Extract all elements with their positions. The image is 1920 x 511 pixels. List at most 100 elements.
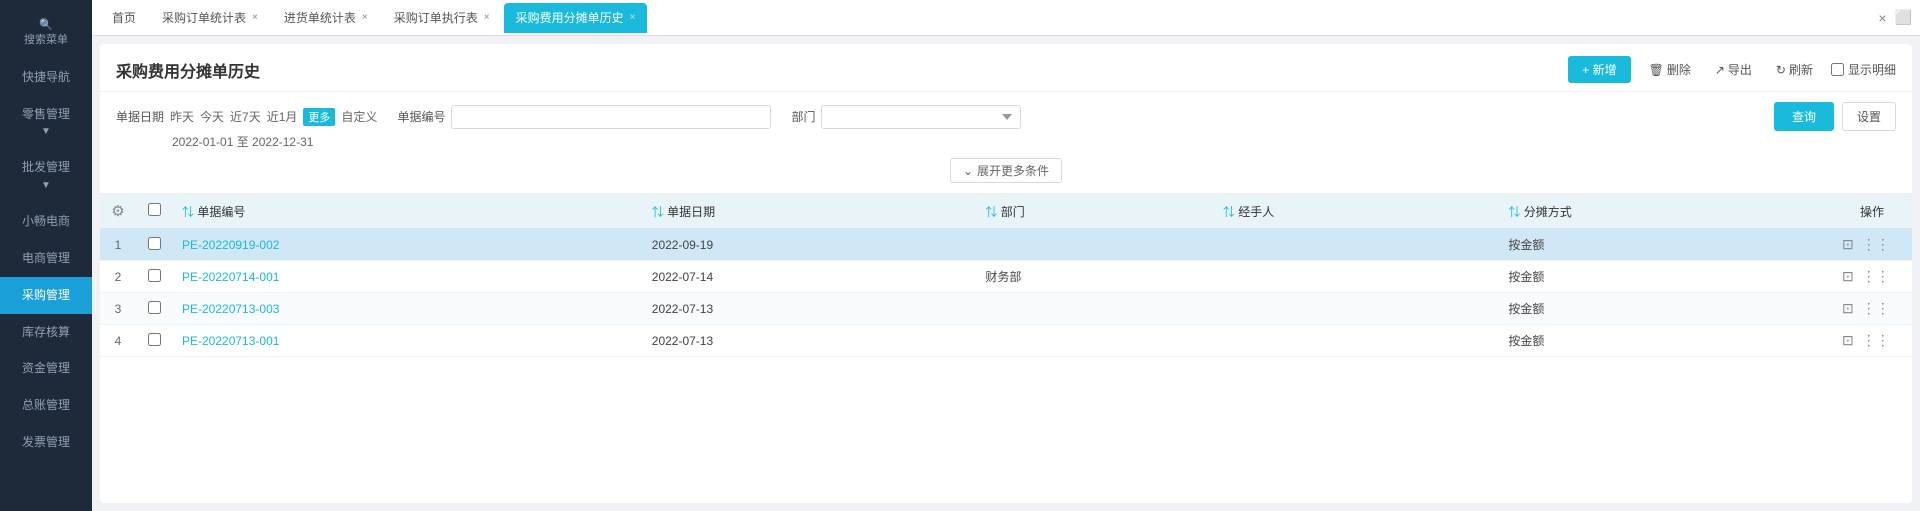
export-button[interactable]: ↗ 导出 — [1709, 58, 1758, 81]
tab-label: 进货单统计表 — [284, 9, 356, 26]
sidebar-item-ecommerce[interactable]: 电商管理 — [0, 240, 92, 277]
sidebar-item-invoice[interactable]: 发票管理 — [0, 424, 92, 461]
sidebar-item-quick-nav[interactable]: 快捷导航 — [0, 59, 92, 96]
col-header-split-method: ⇅ 分摊方式 — [1498, 194, 1832, 229]
search-icon: 🔍 — [4, 18, 88, 33]
tab-home[interactable]: 首页 — [100, 3, 148, 33]
row-checkbox[interactable] — [148, 301, 161, 314]
doc-num-link[interactable]: PE-20220919-002 — [182, 238, 279, 252]
sidebar-item-label: 小畅电商 — [4, 213, 88, 230]
tab-purchase-order-exec[interactable]: 采购订单执行表 × — [382, 3, 502, 33]
tab-bar: 首页 采购订单统计表 × 进货单统计表 × 采购订单执行表 × 采购费用分摊单历… — [92, 0, 1920, 36]
maximize-window-icon[interactable]: ⬜ — [1895, 9, 1912, 26]
more-actions-icon[interactable]: ⋮⋮ — [1862, 268, 1890, 285]
split-method-cell: 按金额 — [1498, 261, 1832, 293]
shortcut-1month[interactable]: 近1月 — [267, 108, 298, 125]
doc-num-link[interactable]: PE-20220713-003 — [182, 302, 279, 316]
tab-close-icon[interactable]: × — [362, 12, 368, 23]
dept-select[interactable] — [821, 105, 1021, 129]
date-range-display: 2022-01-01 至 2022-12-31 — [172, 135, 313, 149]
date-filter-label: 单据日期 — [116, 108, 164, 125]
tab-close-icon[interactable]: × — [252, 12, 258, 23]
expand-button[interactable]: ⌄ 展开更多条件 — [950, 158, 1062, 183]
filter-area: 单据日期 昨天 今天 近7天 近1月 更多 自定义 单据编号 — [100, 92, 1912, 194]
tab-close-icon[interactable]: × — [484, 12, 490, 23]
sidebar-item-label: 快捷导航 — [4, 69, 88, 86]
add-button[interactable]: + 新增 — [1568, 56, 1630, 83]
shortcut-today[interactable]: 今天 — [200, 108, 224, 125]
action-icons: ⊡ ⋮⋮ — [1842, 268, 1902, 285]
view-icon[interactable]: ⊡ — [1842, 332, 1854, 349]
select-all-checkbox[interactable] — [148, 203, 161, 216]
sidebar-item-wholesale[interactable]: 批发管理 ▼ — [0, 149, 92, 203]
doc-date-cell: 2022-07-14 — [642, 261, 976, 293]
tab-purchase-order-stat[interactable]: 采购订单统计表 × — [150, 3, 270, 33]
refresh-button[interactable]: ↻ 刷新 — [1770, 58, 1819, 81]
close-window-icon[interactable]: × — [1878, 10, 1886, 26]
refresh-label: 刷新 — [1789, 61, 1813, 78]
tab-label: 采购订单执行表 — [394, 9, 478, 26]
setting-button[interactable]: 设置 — [1842, 102, 1896, 131]
more-actions-icon[interactable]: ⋮⋮ — [1862, 332, 1890, 349]
sidebar-item-capital[interactable]: 资金管理 — [0, 350, 92, 387]
doc-num-link[interactable]: PE-20220713-001 — [182, 334, 279, 348]
more-actions-icon[interactable]: ⋮⋮ — [1862, 300, 1890, 317]
row-num: 2 — [100, 261, 136, 293]
row-num: 4 — [100, 325, 136, 357]
delete-button[interactable]: 🗑 删除 — [1643, 58, 1697, 81]
view-icon[interactable]: ⊡ — [1842, 236, 1854, 253]
col-header-setting: ⚙ — [100, 194, 136, 229]
sidebar-item-label: 库存核算 — [4, 324, 88, 341]
sidebar-item-search[interactable]: 🔍 搜索菜单 — [0, 8, 92, 59]
sidebar-item-purchase[interactable]: 采购管理 — [0, 277, 92, 314]
table-row[interactable]: 3 PE-20220713-003 2022-07-13 按金额 ⊡ ⋮⋮ — [100, 293, 1912, 325]
row-checkbox[interactable] — [148, 333, 161, 346]
shortcut-7days[interactable]: 近7天 — [230, 108, 261, 125]
column-setting-icon[interactable]: ⚙ — [111, 203, 124, 220]
tab-label: 采购订单统计表 — [162, 9, 246, 26]
action-cell: ⊡ ⋮⋮ — [1832, 325, 1912, 357]
col-header-doc-num: ⇅ 单据编号 — [172, 194, 642, 229]
more-actions-icon[interactable]: ⋮⋮ — [1862, 236, 1890, 253]
sidebar-item-ledger[interactable]: 总账管理 — [0, 387, 92, 424]
date-shortcuts: 昨天 今天 近7天 近1月 更多 自定义 — [170, 108, 377, 126]
doc-num-input[interactable] — [451, 105, 771, 129]
row-checkbox[interactable] — [148, 237, 161, 250]
refresh-icon: ↻ — [1776, 63, 1786, 77]
tab-purchase-cost-split[interactable]: 采购费用分摊单历史 × — [504, 3, 648, 33]
chevron-down-icon: ⌄ — [963, 164, 973, 178]
col-header-checkbox — [136, 194, 172, 229]
sidebar-item-label: 总账管理 — [4, 397, 88, 414]
sidebar-item-retail[interactable]: 零售管理 ▼ — [0, 96, 92, 150]
tab-bar-right: × ⬜ — [1878, 9, 1912, 26]
row-num: 3 — [100, 293, 136, 325]
chevron-down-icon: ▼ — [41, 126, 51, 137]
view-icon[interactable]: ⊡ — [1842, 300, 1854, 317]
view-icon[interactable]: ⊡ — [1842, 268, 1854, 285]
chevron-down-icon: ▼ — [41, 180, 51, 191]
col-header-handler: ⇅ 经手人 — [1213, 194, 1499, 229]
dept-cell: 财务部 — [975, 261, 1213, 293]
shortcut-yesterday[interactable]: 昨天 — [170, 108, 194, 125]
shortcut-custom[interactable]: 自定义 — [341, 108, 377, 125]
row-checkbox[interactable] — [148, 269, 161, 282]
show-columns-checkbox[interactable]: 显示明细 — [1831, 61, 1896, 78]
tab-label: 采购费用分摊单历史 — [516, 9, 624, 26]
dept-cell — [975, 293, 1213, 325]
doc-num-link[interactable]: PE-20220714-001 — [182, 270, 279, 284]
tab-close-icon[interactable]: × — [630, 12, 636, 23]
sidebar-item-micro-shop[interactable]: 小畅电商 — [0, 203, 92, 240]
sidebar-item-inventory[interactable]: 库存核算 — [0, 314, 92, 351]
export-label: 导出 — [1728, 61, 1752, 78]
query-button[interactable]: 查询 — [1774, 102, 1834, 131]
shortcut-more[interactable]: 更多 — [303, 108, 335, 126]
sidebar-item-label: 搜索菜单 — [4, 33, 88, 48]
show-columns-input[interactable] — [1831, 63, 1844, 76]
table-row[interactable]: 4 PE-20220713-001 2022-07-13 按金额 ⊡ ⋮⋮ — [100, 325, 1912, 357]
table-row[interactable]: 1 PE-20220919-002 2022-09-19 按金额 ⊡ ⋮⋮ — [100, 229, 1912, 261]
table-row[interactable]: 2 PE-20220714-001 2022-07-14 财务部 按金额 ⊡ ⋮… — [100, 261, 1912, 293]
tab-inbound-stat[interactable]: 进货单统计表 × — [272, 3, 380, 33]
col-header-actions: 操作 — [1832, 194, 1912, 229]
expand-row: ⌄ 展开更多条件 — [116, 158, 1896, 183]
tab-home-label: 首页 — [112, 9, 136, 26]
